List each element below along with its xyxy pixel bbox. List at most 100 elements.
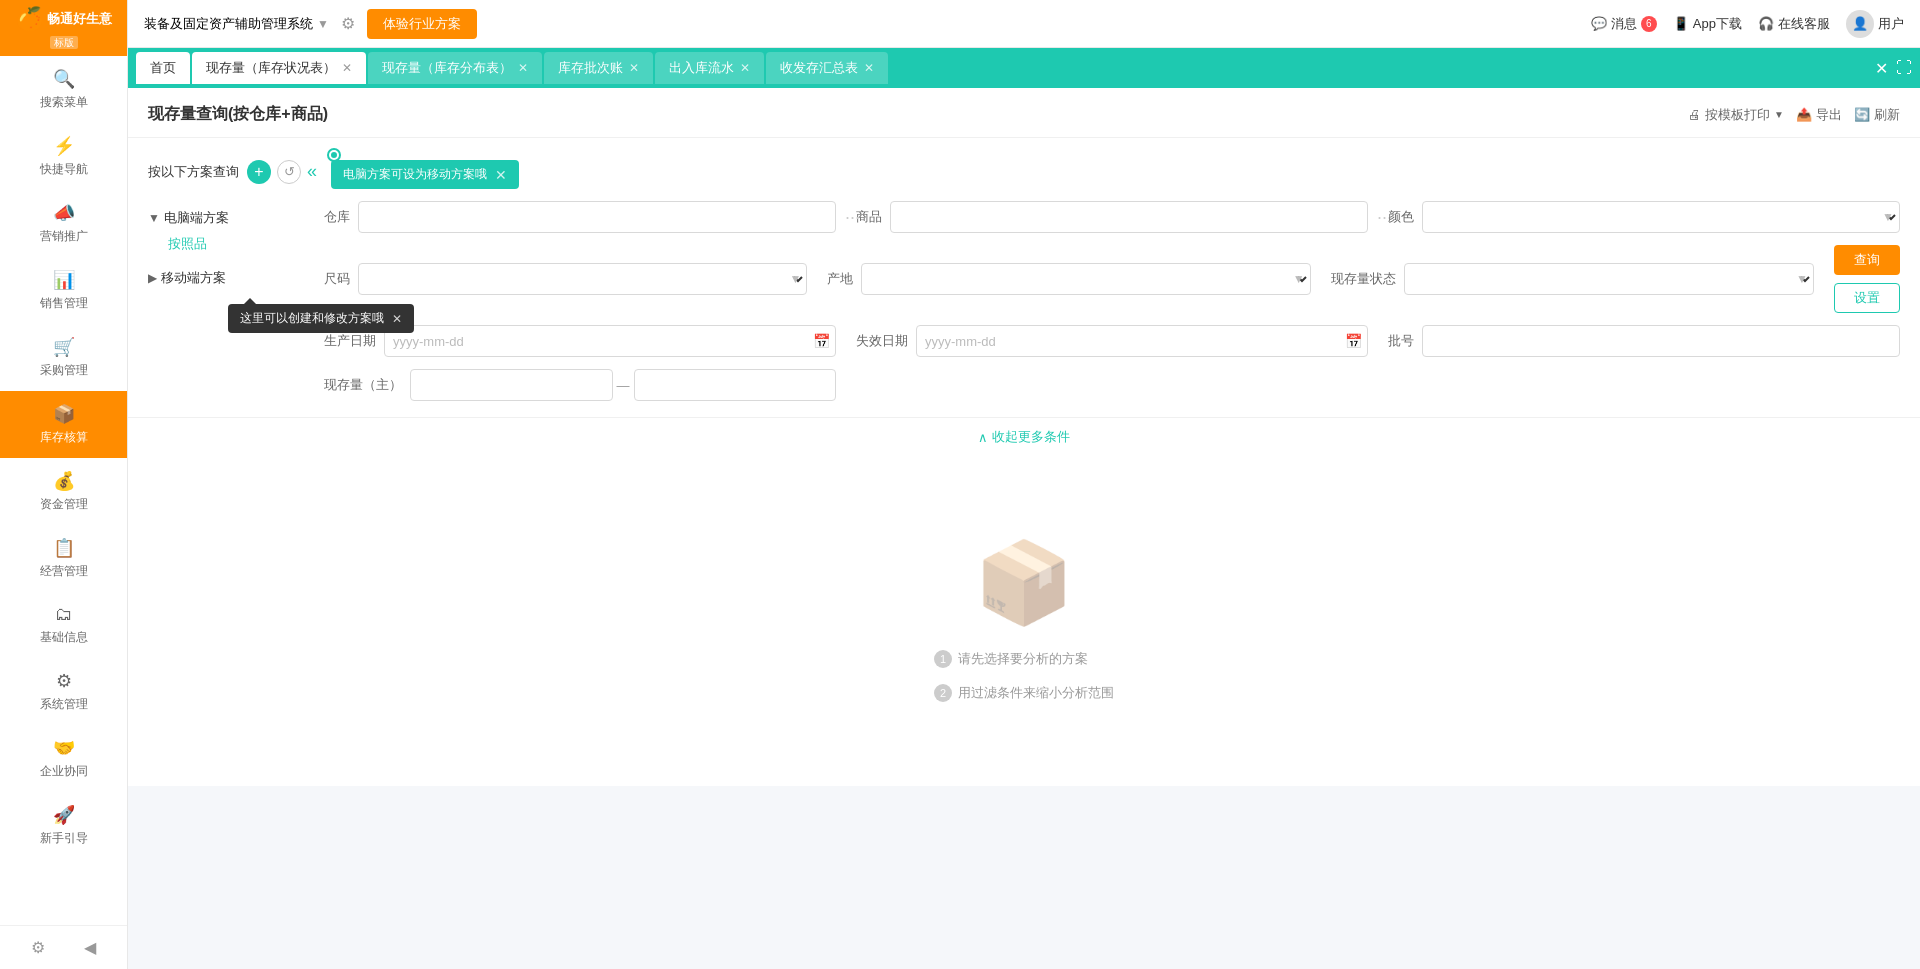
content-inner: 现存量查询(按仓库+商品) 🖨 按模板打印 ▼ 📤 导出 🔄 刷新 <box>128 88 1920 786</box>
tabbar-actions: ✕ ⛶ <box>1875 59 1912 78</box>
sidebar-item-search[interactable]: 🔍 搜索菜单 <box>0 56 127 123</box>
stock-qty-from-input[interactable] <box>410 369 613 401</box>
sidebar-item-label: 库存核算 <box>40 429 88 446</box>
tab-in-out-flow-close[interactable]: ✕ <box>740 61 750 75</box>
sidebar-item-sales[interactable]: 📊 销售管理 <box>0 257 127 324</box>
warehouse-input[interactable] <box>358 201 836 233</box>
search-button[interactable]: 查询 <box>1834 245 1900 275</box>
refresh-btn[interactable]: 🔄 刷新 <box>1854 106 1900 124</box>
sidebar-item-system[interactable]: ⚙ 系统管理 <box>0 658 127 725</box>
tab-batch-ledger-close[interactable]: ✕ <box>629 61 639 75</box>
settings-footer-icon[interactable]: ⚙ <box>31 938 45 957</box>
tooltip2-close-icon[interactable]: ✕ <box>392 312 402 326</box>
system-name-select[interactable]: 装备及固定资产辅助管理系统 ▼ <box>144 15 329 33</box>
main-area: 装备及固定资产辅助管理系统 ▼ ⚙ 体验行业方案 💬 消息 6 📱 App下载 … <box>128 0 1920 969</box>
field-stock-status: 现存量状态 ▼ <box>1331 263 1814 295</box>
tab-in-out-flow[interactable]: 出入库流水 ✕ <box>655 52 764 84</box>
scheme-tree-desktop[interactable]: ▼ 电脑端方案 <box>148 205 308 231</box>
tab-inventory-dist-close[interactable]: ✕ <box>518 61 528 75</box>
tab-batch-ledger[interactable]: 库存批次账 ✕ <box>544 52 653 84</box>
phone-icon: 📱 <box>1673 16 1689 31</box>
tab-receive-summary-close[interactable]: ✕ <box>864 61 874 75</box>
system-name-text: 装备及固定资产辅助管理系统 <box>144 15 313 33</box>
scheme-tree-sub-item[interactable]: 按照品 <box>168 231 308 257</box>
size-select[interactable] <box>358 263 807 295</box>
chevron-down-icon: ▼ <box>317 17 329 31</box>
filter-add-button[interactable]: + <box>247 160 271 184</box>
sidebar-item-quick-nav[interactable]: ⚡ 快捷导航 <box>0 123 127 190</box>
stock-status-select[interactable] <box>1404 263 1814 295</box>
batch-input[interactable] <box>1422 325 1900 357</box>
sidebar-item-basic[interactable]: 🗂 基础信息 <box>0 592 127 658</box>
topbar-gear-icon[interactable]: ⚙ <box>341 14 355 33</box>
tooltip1-container: 电脑方案可设为移动方案哦 ✕ <box>323 154 519 189</box>
collapse-sidebar-icon[interactable]: ◀ <box>84 938 96 957</box>
expiry-date-input[interactable] <box>916 325 1368 357</box>
scheme-tree-mobile[interactable]: ▶ 移动端方案 <box>148 265 308 291</box>
user-item[interactable]: 👤 用户 <box>1846 10 1904 38</box>
stock-qty-to-input[interactable] <box>634 369 837 401</box>
size-arrow-icon: ▼ <box>789 272 801 286</box>
app-download-item[interactable]: 📱 App下载 <box>1673 15 1742 33</box>
tooltip1-close-icon[interactable]: ✕ <box>495 167 507 183</box>
tree-expand-icon: ▼ <box>148 211 160 225</box>
sidebar-item-purchase[interactable]: 🛒 采购管理 <box>0 324 127 391</box>
stock-qty-input-wrap: — <box>410 369 836 401</box>
tab-home[interactable]: 首页 <box>136 52 190 84</box>
box-icon: 📦 <box>53 403 75 425</box>
maximize-icon[interactable]: ⛶ <box>1896 59 1912 77</box>
filter-row4: 现存量（主） — <box>324 369 1900 401</box>
collapse-label: 收起更多条件 <box>992 428 1070 446</box>
message-label: 消息 <box>1611 15 1637 33</box>
sidebar-item-operation[interactable]: 📋 经营管理 <box>0 525 127 592</box>
sidebar-item-label: 快捷导航 <box>40 161 88 178</box>
sidebar-logo: 🍊 畅通好生意 标版 <box>0 0 127 56</box>
reset-button[interactable]: 设置 <box>1834 283 1900 313</box>
sidebar-item-guide[interactable]: 🚀 新手引导 <box>0 792 127 859</box>
filter-row3: 生产日期 📅 失效日期 � <box>324 325 1900 357</box>
message-item[interactable]: 💬 消息 6 <box>1591 15 1657 33</box>
production-date-input[interactable] <box>384 325 836 357</box>
tab-inventory-status-close[interactable]: ✕ <box>342 61 352 75</box>
filter-refresh-button[interactable]: ↺ <box>277 160 301 184</box>
goods-input[interactable] <box>890 201 1368 233</box>
online-support-item[interactable]: 🎧 在线客服 <box>1758 15 1830 33</box>
collapse-bar[interactable]: ∧ 收起更多条件 <box>128 418 1920 456</box>
topbar-right: 💬 消息 6 📱 App下载 🎧 在线客服 👤 用户 <box>1591 10 1904 38</box>
warehouse-dots[interactable]: ··· <box>845 207 860 228</box>
industry-btn[interactable]: 体验行业方案 <box>367 9 477 39</box>
origin-select[interactable] <box>861 263 1310 295</box>
expiry-date-calendar-icon[interactable]: 📅 <box>1345 333 1362 349</box>
filter-back-btn[interactable]: « <box>307 161 317 182</box>
tree-collapse-icon: ▶ <box>148 271 157 285</box>
printer-icon: 🖨 <box>1688 107 1701 122</box>
chart-icon: 📊 <box>53 269 75 291</box>
sidebar-item-inventory[interactable]: 📦 库存核算 <box>0 391 127 458</box>
stock-qty-label: 现存量（主） <box>324 376 402 394</box>
export-btn[interactable]: 📤 导出 <box>1796 106 1842 124</box>
clipboard-icon: 📋 <box>53 537 75 559</box>
tab-inventory-dist[interactable]: 现存量（库存分布表） ✕ <box>368 52 542 84</box>
tab-inventory-status[interactable]: 现存量（库存状况表） ✕ <box>192 52 366 84</box>
connector-dot1 <box>329 150 339 160</box>
export-icon: 📤 <box>1796 107 1812 122</box>
print-btn[interactable]: 🖨 按模板打印 ▼ <box>1688 106 1784 124</box>
scheme-tree-sub: 按照品 <box>148 231 308 257</box>
stock-status-input-wrap: ▼ <box>1404 263 1814 295</box>
sidebar-item-enterprise[interactable]: 🤝 企业协同 <box>0 725 127 792</box>
message-badge: 6 <box>1641 16 1657 32</box>
close-all-tabs-icon[interactable]: ✕ <box>1875 59 1888 78</box>
sidebar-item-label: 销售管理 <box>40 295 88 312</box>
color-select[interactable] <box>1422 201 1900 233</box>
production-date-input-wrap: 📅 <box>384 325 836 357</box>
sidebar-item-finance[interactable]: 💰 资金管理 <box>0 458 127 525</box>
tooltip1-text: 电脑方案可设为移动方案哦 <box>343 166 487 183</box>
field-batch: 批号 <box>1388 325 1900 357</box>
sidebar-item-marketing[interactable]: 📣 营销推广 <box>0 190 127 257</box>
empty-tip1-num: 1 <box>934 650 952 668</box>
rocket-icon: 🚀 <box>53 804 75 826</box>
tab-receive-summary[interactable]: 收发存汇总表 ✕ <box>766 52 888 84</box>
sidebar-item-label: 营销推广 <box>40 228 88 245</box>
empty-tip2-num: 2 <box>934 684 952 702</box>
production-date-calendar-icon[interactable]: 📅 <box>813 333 830 349</box>
